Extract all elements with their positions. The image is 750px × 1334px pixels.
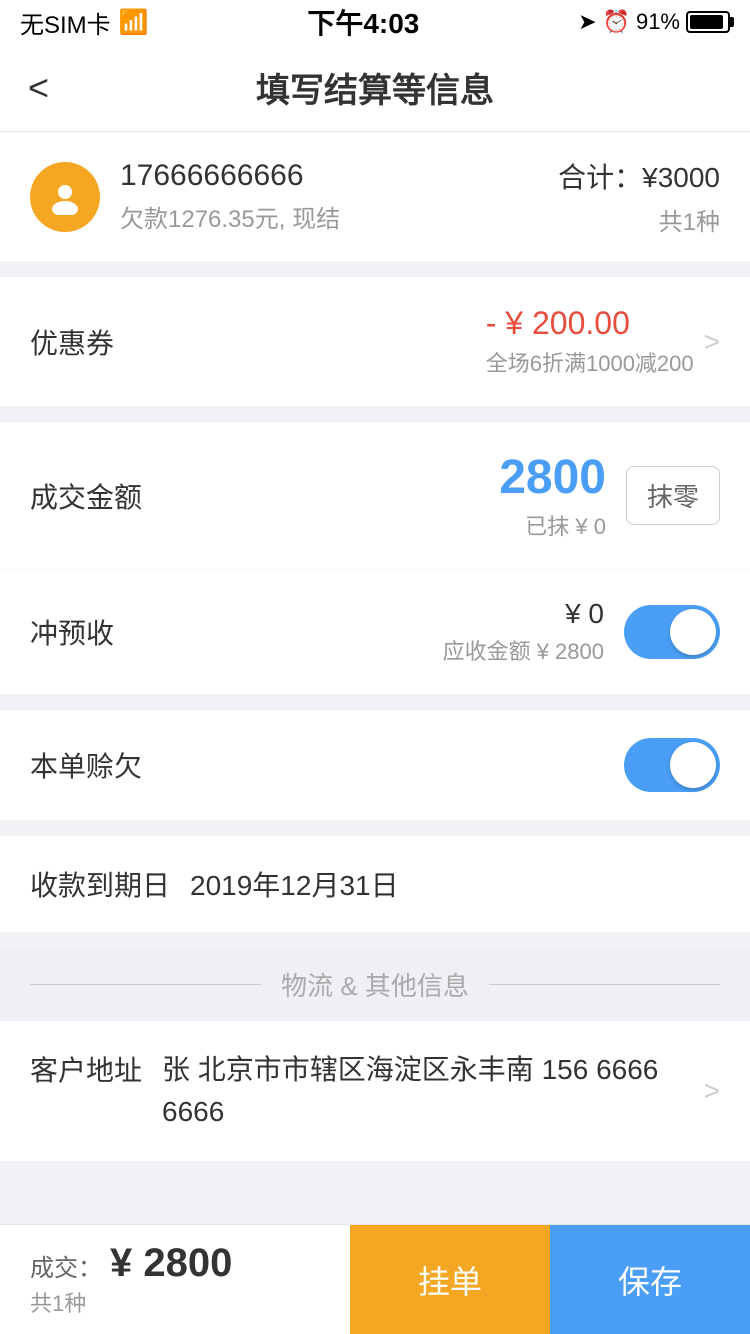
status-right: ➤ ⏰ 91% [578, 9, 730, 35]
debt-label: 本单赊欠 [30, 745, 142, 785]
back-button[interactable]: < [28, 67, 49, 109]
bottom-info: 成交： ¥ 2800 共1种 [0, 1225, 350, 1334]
customer-row: 17666666666 欠款1276.35元, 现结 合计：¥3000 共1种 [0, 132, 750, 261]
deal-amount-label: 成交金额 [30, 476, 142, 516]
due-date-section: 收款到期日 2019年12月31日 [0, 836, 750, 932]
logistics-divider-text: 物流 & 其他信息 [281, 966, 469, 1003]
coupon-row[interactable]: 优惠券 - ¥ 200.00 全场6折满1000减200 > [0, 277, 750, 406]
status-left: 无SIM卡 📶 [20, 5, 149, 40]
coupon-right: - ¥ 200.00 全场6折满1000减200 > [486, 305, 720, 378]
prepay-right: ¥ 0 应收金额 ¥ 2800 [443, 598, 720, 666]
debt-toggle[interactable] [624, 738, 720, 792]
battery-fill [690, 15, 723, 29]
prepay-row: 冲预收 ¥ 0 应收金额 ¥ 2800 [0, 570, 750, 694]
due-date-row: 收款到期日 2019年12月31日 [30, 864, 720, 904]
customer-debt-info: 欠款1276.35元, 现结 [120, 199, 340, 234]
location-icon: ➤ [578, 9, 596, 35]
deal-amount-value: 2800 [499, 450, 606, 505]
customer-count: 共1种 [558, 202, 720, 237]
prepay-value: ¥ 0 [443, 598, 604, 630]
customer-info: 17666666666 欠款1276.35元, 现结 [120, 159, 340, 234]
battery-percent: 91% [636, 9, 680, 35]
customer-left: 17666666666 欠款1276.35元, 现结 [30, 159, 340, 234]
bottom-count: 共1种 [30, 1286, 320, 1318]
amount-section: 成交金额 2800 已抹 ¥ 0 抹零 冲预收 ¥ 0 应收金额 ¥ 2800 [0, 422, 750, 694]
avatar [30, 162, 100, 232]
prepay-toggle[interactable] [624, 605, 720, 659]
divider-line-left [30, 984, 261, 985]
coupon-discount: - ¥ 200.00 [486, 305, 694, 342]
customer-right: 合计：¥3000 共1种 [558, 156, 720, 237]
deal-amount-row: 成交金额 2800 已抹 ¥ 0 抹零 [0, 422, 750, 570]
logistics-divider: 物流 & 其他信息 [0, 948, 750, 1021]
nav-bar: < 填写结算等信息 [0, 44, 750, 132]
coupon-description: 全场6折满1000减200 [486, 346, 694, 378]
prepay-amount-block: ¥ 0 应收金额 ¥ 2800 [443, 598, 604, 666]
bottom-bar: 成交： ¥ 2800 共1种 挂单 保存 [0, 1224, 750, 1334]
due-date-value: 2019年12月31日 [190, 864, 399, 904]
page-title: 填写结算等信息 [256, 63, 494, 112]
time-display: 下午4:03 [307, 2, 419, 42]
save-button[interactable]: 保存 [550, 1225, 750, 1334]
carrier-text: 无SIM卡 [20, 5, 111, 40]
prepay-label: 冲预收 [30, 612, 114, 652]
address-chevron-icon: > [704, 1075, 720, 1107]
pending-button[interactable]: 挂单 [350, 1225, 550, 1334]
bottom-amount-value: ¥ 2800 [110, 1241, 232, 1286]
receivable-label: 应收金额 ¥ 2800 [443, 634, 604, 666]
bottom-deal-label: 成交： [30, 1248, 102, 1283]
alarm-icon: ⏰ [603, 9, 630, 35]
coupon-info: - ¥ 200.00 全场6折满1000减200 [486, 305, 694, 378]
coupon-label: 优惠券 [30, 322, 114, 362]
customer-phone: 17666666666 [120, 159, 340, 193]
amount-value-block: 2800 已抹 ¥ 0 [499, 450, 606, 541]
round-off-button[interactable]: 抹零 [626, 466, 720, 525]
address-value: 张 北京市市辖区海淀区永丰南 156 6666 6666 [162, 1049, 684, 1133]
divider-line-right [489, 984, 720, 985]
due-date-label: 收款到期日 [30, 864, 170, 904]
battery-icon [686, 11, 730, 33]
coupon-chevron-icon: > [704, 326, 720, 358]
deal-amount-right: 2800 已抹 ¥ 0 抹零 [499, 450, 720, 541]
customer-total: 合计：¥3000 [558, 156, 720, 196]
wifi-icon: 📶 [119, 8, 149, 37]
status-bar: 无SIM卡 📶 下午4:03 ➤ ⏰ 91% [0, 0, 750, 44]
address-label: 客户地址 [30, 1049, 142, 1089]
address-section[interactable]: 客户地址 张 北京市市辖区海淀区永丰南 156 6666 6666 > [0, 1021, 750, 1161]
rounded-info: 已抹 ¥ 0 [499, 509, 606, 541]
bottom-deal-row: 成交： ¥ 2800 [30, 1241, 320, 1286]
debt-section: 本单赊欠 [0, 710, 750, 820]
